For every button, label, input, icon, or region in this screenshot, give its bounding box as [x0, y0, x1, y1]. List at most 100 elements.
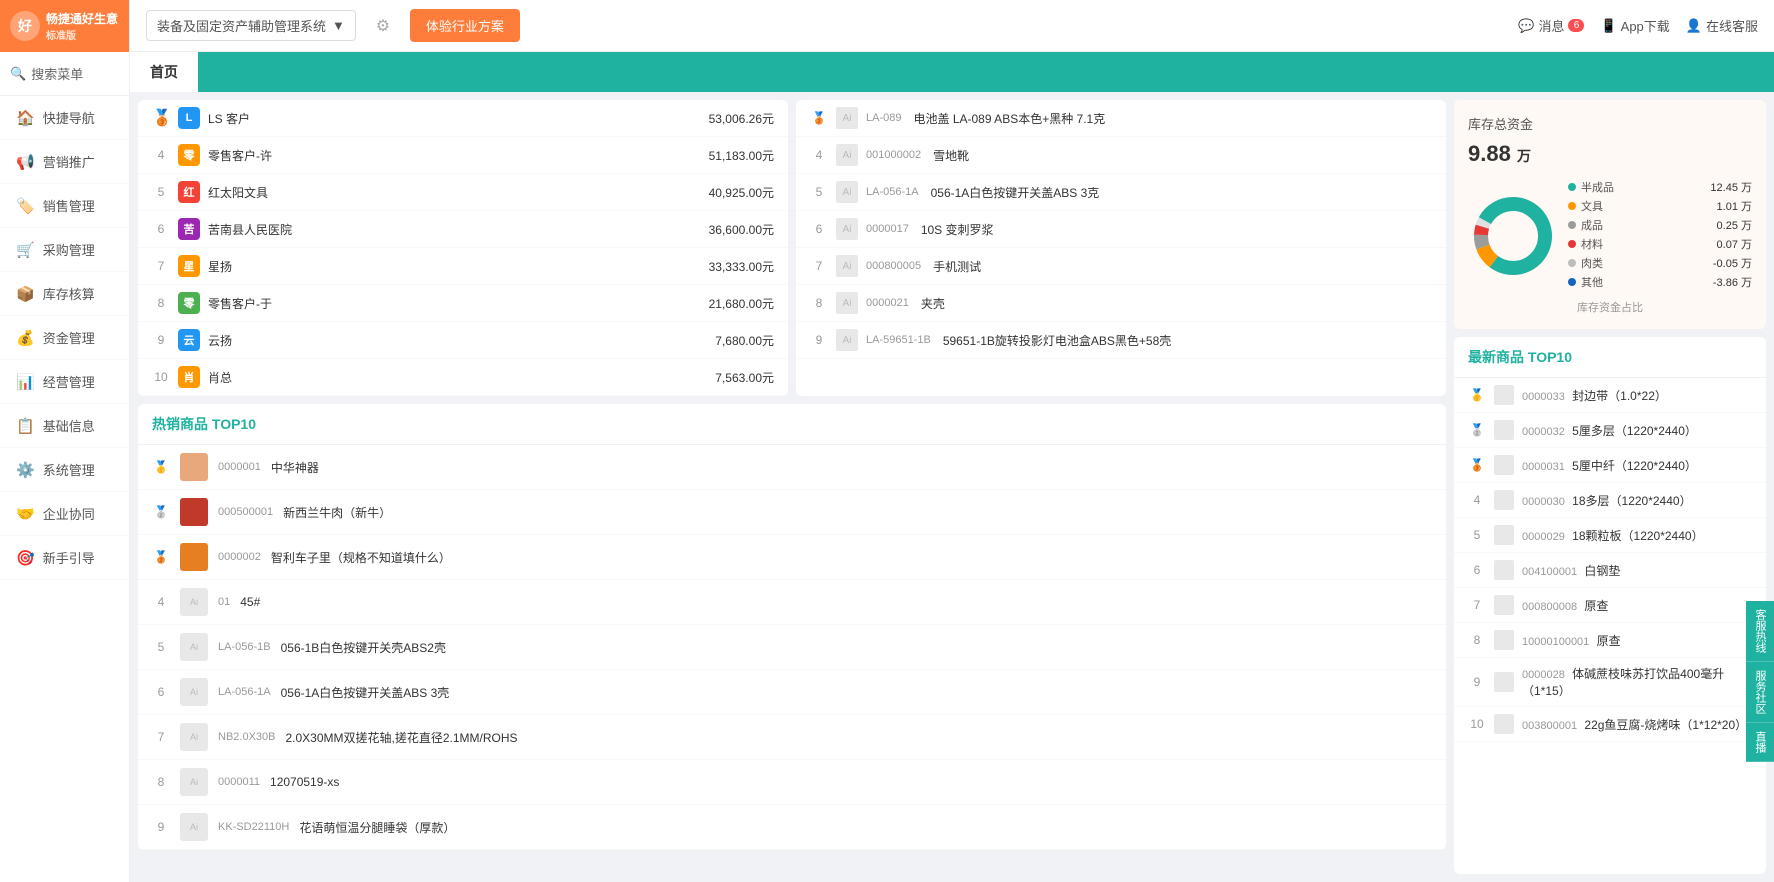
hot-product-code: LA-056-1A [218, 686, 271, 698]
rank-number: 4 [152, 148, 170, 162]
customer-amount: 7,563.00元 [715, 369, 774, 386]
marketing-icon: 📢 [16, 153, 35, 171]
sidebar-item-caigou[interactable]: 🛒 采购管理 [0, 228, 129, 272]
legend-item: 成品 0.25 万 [1568, 217, 1752, 233]
customer-rank-row: 10 肖 肖总 7,563.00元 [138, 359, 788, 396]
newest-product-image [1494, 525, 1514, 545]
newest-product-name: 18颗粒板（1220*2440） [1572, 529, 1703, 543]
sidebar-item-label: 系统管理 [43, 460, 95, 479]
sidebar-item-kucun[interactable]: 📦 库存核算 [0, 272, 129, 316]
sidebar-item-qiye[interactable]: 🤝 企业协同 [0, 492, 129, 536]
newest-product-info: 0000028 体碱蔗枝味苏打饮品400毫升（1*15） [1522, 665, 1752, 699]
customer-badge: 红 [178, 181, 200, 203]
main-panels: 🥉 L LS 客户 53,006.26元 4 零 零售客户-许 51,183.0… [130, 92, 1454, 882]
product-name: 手机测试 [933, 258, 1432, 275]
product-name: 10S 变刺罗浆 [921, 221, 1432, 238]
message-button[interactable]: 💬 消息 6 [1518, 16, 1584, 35]
float-buttons: 客服热线服务社区直播 [1746, 601, 1774, 762]
newest-product-code: 0000028 [1522, 669, 1565, 681]
hot-rank-number: 🥇 [152, 460, 170, 474]
right-panel: 库存总资金 9.88 万 [1454, 92, 1774, 882]
newest-products-title: 最新商品 TOP10 [1468, 347, 1572, 367]
newest-product-row: 7 000800008 原查 [1454, 588, 1766, 623]
hot-product-row: 9 Ai KK-SD22110H 花语萌恒温分腿睡袋（厚款） [138, 805, 1446, 850]
sidebar-search[interactable]: 🔍 搜索菜单 [0, 52, 129, 96]
newest-rank-number: 7 [1468, 598, 1486, 612]
customer-amount: 36,600.00元 [709, 221, 774, 238]
search-menu-button[interactable]: 🔍 搜索菜单 [10, 60, 119, 87]
newest-product-row: 4 0000030 18多层（1220*2440） [1454, 483, 1766, 518]
customer-amount: 40,925.00元 [709, 184, 774, 201]
product-img: Ai [836, 218, 858, 240]
sidebar-item-xinshou[interactable]: 🎯 新手引导 [0, 536, 129, 580]
sidebar-item-jingying[interactable]: 📊 经营管理 [0, 360, 129, 404]
online-service-button[interactable]: 👤 在线客服 [1686, 16, 1758, 35]
newest-product-name: 5厘多层（1220*2440） [1572, 424, 1697, 438]
legend-dot [1568, 221, 1576, 229]
newest-product-row: 🥇 0000033 封边带（1.0*22） [1454, 378, 1766, 413]
product-image [180, 453, 208, 481]
newest-product-name: 封边带（1.0*22） [1572, 389, 1667, 403]
float-button[interactable]: 服务社区 [1746, 662, 1774, 723]
sidebar-item-jichu[interactable]: 📋 基础信息 [0, 404, 129, 448]
newest-products-list: 🥇 0000033 封边带（1.0*22） 🥈 0000032 5厘多层（122… [1454, 378, 1766, 742]
newest-product-info: 0000029 18颗粒板（1220*2440） [1522, 527, 1752, 544]
customer-name: 红太阳文具 [208, 184, 701, 201]
product-code: LA-59651-1B [866, 334, 931, 346]
newest-products-header: 最新商品 TOP10 [1454, 337, 1766, 378]
float-button[interactable]: 直播 [1746, 723, 1774, 762]
legend-dot [1568, 202, 1576, 210]
newest-product-code: 0000033 [1522, 391, 1565, 403]
sidebar-item-xiaoshou[interactable]: 🏷️ 销售管理 [0, 184, 129, 228]
legend-label: 其他 [1581, 274, 1708, 290]
hot-rank-number: 8 [152, 775, 170, 789]
legend-item: 肉类 -0.05 万 [1568, 255, 1752, 271]
legend-label: 半成品 [1581, 179, 1705, 195]
float-button[interactable]: 客服热线 [1746, 601, 1774, 662]
search-icon: 🔍 [10, 66, 26, 82]
product-rank-table: 🥉 Ai LA-089 电池盖 LA-089 ABS本色+黑种 7.1克 4 A… [796, 100, 1446, 359]
product-name: 雪地靴 [933, 147, 1432, 164]
settings-button[interactable]: ⚙ [368, 11, 398, 41]
inventory-card: 库存总资金 9.88 万 [1454, 100, 1766, 329]
app-download-button[interactable]: 📱 App下载 [1600, 16, 1669, 35]
customer-amount: 51,183.00元 [709, 147, 774, 164]
hot-rank-number: 9 [152, 820, 170, 834]
system-icon: ⚙️ [16, 461, 35, 479]
newest-product-row: 8 10000100001 原查 [1454, 623, 1766, 658]
customer-rank-row: 6 苦 苦南县人民医院 36,600.00元 [138, 211, 788, 248]
customer-rank-table: 🥉 L LS 客户 53,006.26元 4 零 零售客户-许 51,183.0… [138, 100, 788, 396]
sidebar-item-zijin[interactable]: 💰 资金管理 [0, 316, 129, 360]
customer-amount: 21,680.00元 [709, 295, 774, 312]
sidebar-item-yingxiao[interactable]: 📢 营销推广 [0, 140, 129, 184]
message-badge: 6 [1568, 19, 1584, 32]
tab-home[interactable]: 首页 [130, 52, 198, 92]
sidebar-item-kuaijie[interactable]: 🏠 快捷导航 [0, 96, 129, 140]
product-code: 0000021 [866, 297, 909, 309]
customer-ranking-panel: 🥉 L LS 客户 53,006.26元 4 零 零售客户-许 51,183.0… [138, 100, 788, 396]
rank-number: 5 [810, 185, 828, 199]
legend-value: 0.07 万 [1717, 236, 1752, 252]
newest-product-image [1494, 714, 1514, 734]
trial-button[interactable]: 体验行业方案 [410, 9, 520, 42]
legend-item: 材料 0.07 万 [1568, 236, 1752, 252]
newest-product-name: 原查 [1584, 599, 1608, 613]
customer-name: 云扬 [208, 332, 707, 349]
hot-rank-number: 7 [152, 730, 170, 744]
hot-section: 热销商品 TOP10 🥇 0000001 中华神器 🥈 000500001 新西… [130, 396, 1454, 882]
product-image-placeholder: Ai [180, 768, 208, 796]
message-icon: 💬 [1518, 18, 1534, 34]
sidebar-item-xitong[interactable]: ⚙️ 系统管理 [0, 448, 129, 492]
sidebar-item-label: 销售管理 [43, 196, 95, 215]
newest-product-code: 10000100001 [1522, 636, 1589, 648]
newest-product-name: 18多层（1220*2440） [1572, 494, 1691, 508]
product-code: 0000017 [866, 223, 909, 235]
product-code: LA-089 [866, 112, 901, 124]
home-icon: 🏠 [16, 109, 35, 127]
system-selector[interactable]: 装备及固定资产辅助管理系统 ▼ [146, 10, 356, 41]
newest-product-image [1494, 560, 1514, 580]
finance-icon: 💰 [16, 329, 35, 347]
newest-rank-number: 🥈 [1468, 423, 1486, 437]
inventory-value: 9.88 [1468, 141, 1511, 166]
customer-amount: 7,680.00元 [715, 332, 774, 349]
